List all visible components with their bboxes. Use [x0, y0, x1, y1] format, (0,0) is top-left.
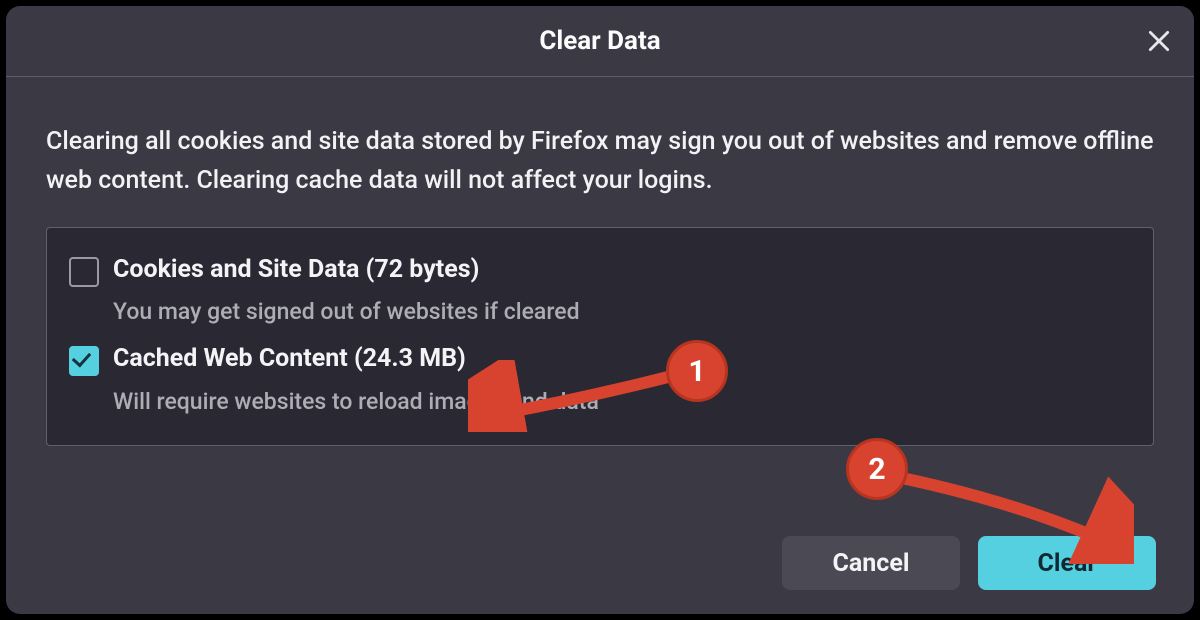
cookies-sublabel: You may get signed out of websites if cl…: [113, 298, 580, 325]
dialog-body: Clearing all cookies and site data store…: [6, 77, 1194, 446]
annotation-badge-2: 2: [846, 438, 908, 500]
clear-button[interactable]: Clear: [978, 536, 1156, 590]
cache-sublabel: Will require websites to reload images a…: [113, 388, 599, 415]
cookies-checkbox[interactable]: [69, 257, 99, 287]
dialog-description: Clearing all cookies and site data store…: [46, 123, 1154, 201]
options-panel: Cookies and Site Data (72 bytes) You may…: [46, 227, 1154, 446]
cache-text: Cached Web Content (24.3 MB) Will requir…: [113, 343, 599, 415]
dialog-title: Clear Data: [539, 26, 660, 56]
dialog-titlebar: Clear Data: [6, 6, 1194, 76]
clear-data-dialog: Clear Data Clearing all cookies and site…: [6, 6, 1194, 614]
cookies-label: Cookies and Site Data (72 bytes): [113, 254, 580, 287]
option-cookies[interactable]: Cookies and Site Data (72 bytes) You may…: [69, 254, 1131, 326]
dialog-footer: Cancel Clear: [782, 536, 1156, 590]
close-icon: [1146, 28, 1172, 54]
cache-checkbox[interactable]: [69, 346, 99, 376]
close-button[interactable]: [1142, 24, 1176, 58]
cookies-text: Cookies and Site Data (72 bytes) You may…: [113, 254, 580, 326]
option-cache[interactable]: Cached Web Content (24.3 MB) Will requir…: [69, 343, 1131, 415]
cancel-button[interactable]: Cancel: [782, 536, 960, 590]
cache-label: Cached Web Content (24.3 MB): [113, 343, 599, 376]
